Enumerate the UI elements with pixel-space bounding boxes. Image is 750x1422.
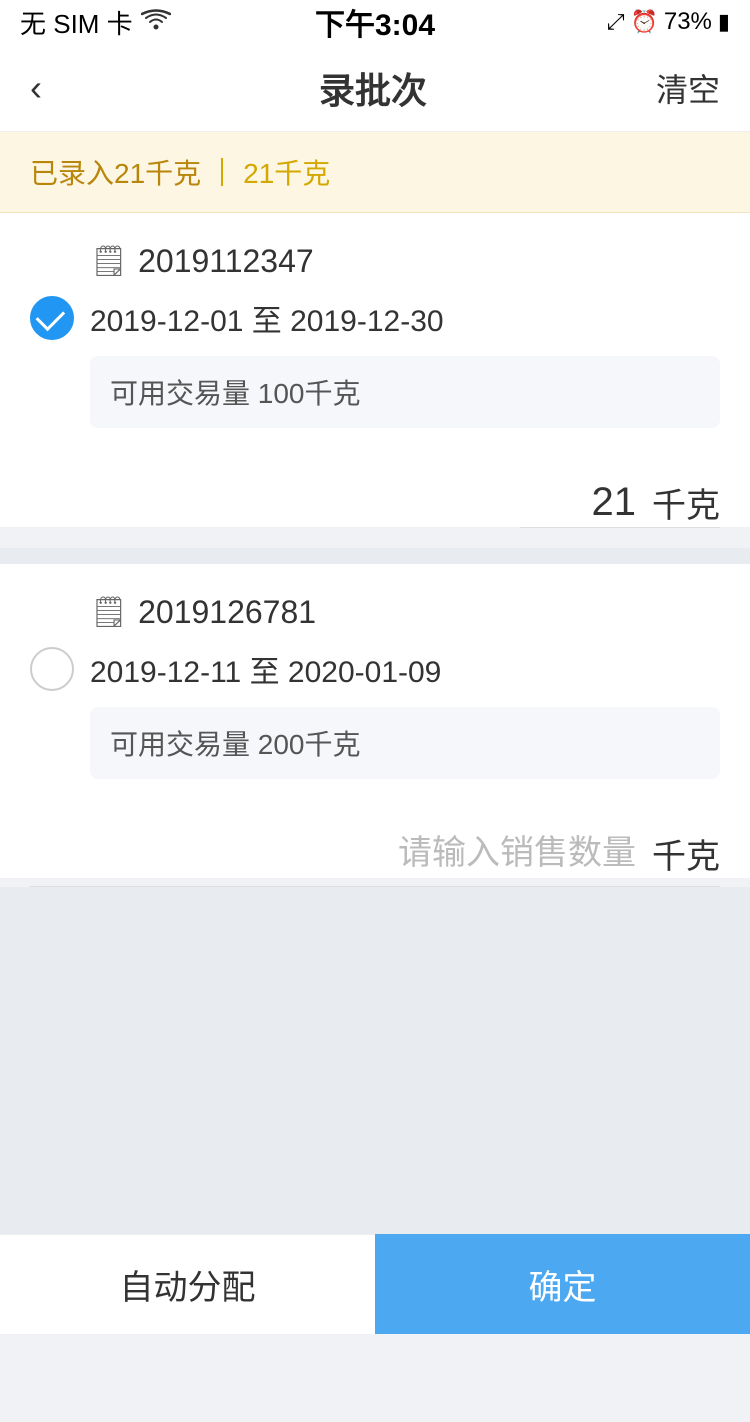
batch1-quantity-value: 21 bbox=[592, 480, 637, 525]
status-left: 无 SIM 卡 bbox=[20, 4, 171, 41]
batch1-quantity-row: 21 千克 bbox=[0, 458, 750, 527]
batch1-underline bbox=[520, 527, 720, 528]
back-button[interactable]: ‹ bbox=[30, 67, 90, 109]
batch1-icon: 🗒 bbox=[90, 244, 128, 279]
batch2-header: 🗒 2019126781 bbox=[30, 594, 720, 631]
batch2-availability: 可用交易量 200千克 bbox=[90, 707, 720, 779]
status-bar: 无 SIM 卡 下午3:04 ⤢ ⏰ 73% ▮ bbox=[0, 0, 750, 44]
batch-item-1: 🗒 2019112347 2019-12-01 至 2019-12-30 可用交… bbox=[0, 213, 750, 458]
batch1-date: 2019-12-01 至 2019-12-30 bbox=[90, 296, 444, 340]
recorded-value: 21千克 bbox=[243, 152, 330, 192]
batch1-radio[interactable] bbox=[30, 296, 74, 340]
bottom-bar: 自动分配 确定 bbox=[0, 1234, 750, 1334]
battery-text: 73% bbox=[664, 8, 712, 36]
batch1-date-row: 2019-12-01 至 2019-12-30 bbox=[30, 296, 720, 340]
nav-bar: ‹ 录批次 清空 bbox=[0, 44, 750, 132]
banner-divider bbox=[221, 158, 223, 186]
recorded-label: 已录入21千克 bbox=[30, 152, 201, 192]
clear-button[interactable]: 清空 bbox=[656, 65, 720, 111]
batch2-radio[interactable] bbox=[30, 647, 74, 691]
confirm-button[interactable]: 确定 bbox=[375, 1234, 750, 1334]
batch2-quantity-input[interactable] bbox=[30, 834, 636, 873]
status-right: ⤢ ⏰ 73% ▮ bbox=[607, 8, 730, 36]
wifi-icon bbox=[141, 7, 171, 38]
batch2-date-row: 2019-12-11 至 2020-01-09 bbox=[30, 647, 720, 691]
batch2-id: 2019126781 bbox=[138, 594, 316, 631]
batch1-header: 🗒 2019112347 bbox=[30, 243, 720, 280]
batch1-id: 2019112347 bbox=[138, 243, 314, 280]
auto-distribute-button[interactable]: 自动分配 bbox=[0, 1234, 375, 1334]
info-banner: 已录入21千克 21千克 bbox=[0, 132, 750, 213]
section-separator bbox=[0, 548, 750, 564]
batch-item-2: 🗒 2019126781 2019-12-11 至 2020-01-09 可用交… bbox=[0, 564, 750, 809]
batch2-icon: 🗒 bbox=[90, 595, 128, 630]
status-time: 下午3:04 bbox=[315, 0, 435, 44]
batch1-quantity-unit: 千克 bbox=[652, 478, 720, 527]
battery-icon: ▮ bbox=[718, 9, 730, 35]
alarm-icon: ⏰ bbox=[630, 9, 657, 35]
batch1-availability: 可用交易量 100千克 bbox=[90, 356, 720, 428]
carrier-text: 无 SIM 卡 bbox=[20, 4, 133, 41]
location-icon: ⤢ bbox=[607, 9, 625, 35]
page-title: 录批次 bbox=[319, 62, 427, 114]
batch2-input-row: 千克 bbox=[0, 809, 750, 878]
batch2-date: 2019-12-11 至 2020-01-09 bbox=[90, 647, 441, 691]
batch2-input-unit: 千克 bbox=[652, 829, 720, 878]
